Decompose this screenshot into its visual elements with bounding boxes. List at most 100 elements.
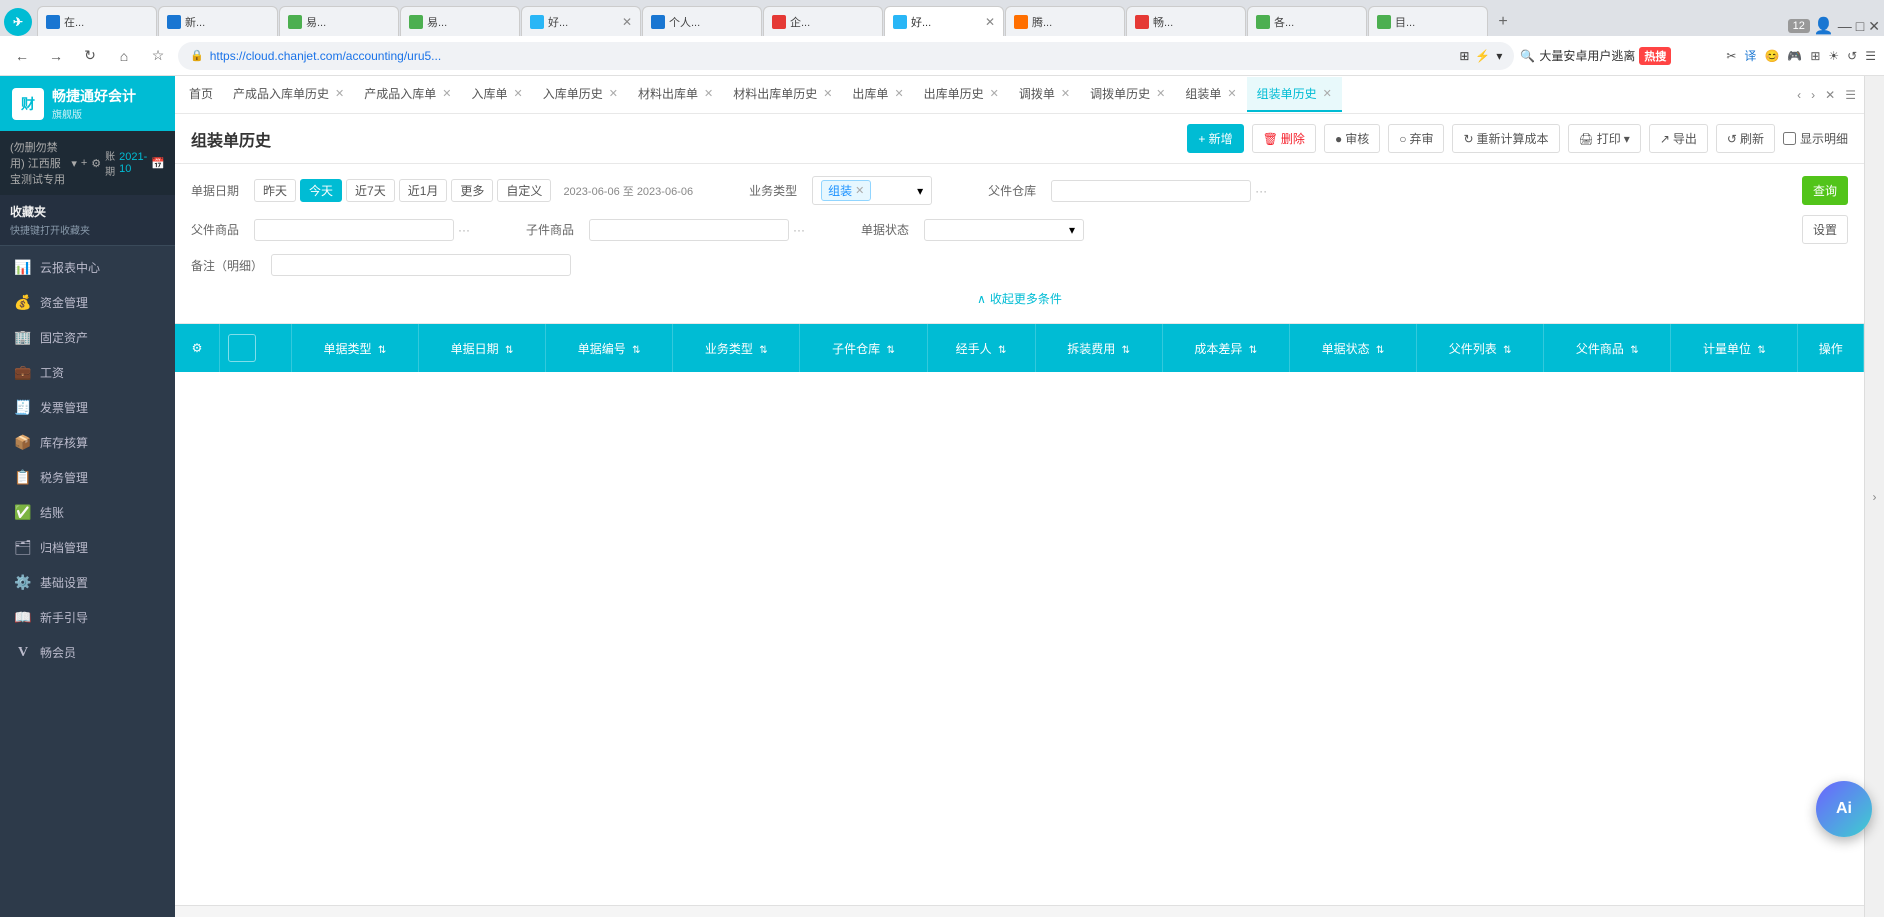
browser-tab-10[interactable]: 畅...: [1126, 6, 1246, 36]
calendar-icon[interactable]: 📅: [151, 157, 165, 170]
parent-goods-more[interactable]: ···: [458, 223, 470, 237]
sidebar-item-guide[interactable]: 📖 新手引导: [0, 600, 175, 635]
page-tab-assembly-history[interactable]: 组装单历史 ✕: [1247, 77, 1342, 112]
right-panel-toggle[interactable]: ›: [1864, 76, 1884, 917]
page-tab-outbound-history[interactable]: 出库单历史 ✕: [914, 77, 1009, 112]
tab-close[interactable]: ✕: [609, 87, 618, 100]
browser-tab-4[interactable]: 易...: [400, 6, 520, 36]
table-header-doc-no[interactable]: 单据编号 ⇅: [546, 324, 673, 372]
table-header-handler[interactable]: 经手人 ⇅: [927, 324, 1035, 372]
delete-button[interactable]: 🗑 删除: [1252, 124, 1316, 153]
abandon-button[interactable]: ○ 弃审: [1388, 124, 1444, 153]
table-settings-icon[interactable]: ⚙: [183, 334, 211, 362]
address-bar[interactable]: 🔒 https://cloud.chanjet.com/accounting/u…: [178, 42, 1514, 70]
biz-type-dropdown[interactable]: 组装 ✕ ▾: [812, 176, 932, 205]
tab-close[interactable]: ✕: [894, 87, 903, 100]
sidebar-item-cloud-reports[interactable]: 📊 云报表中心: [0, 250, 175, 285]
dropdown-arrow-icon[interactable]: ▾: [1496, 49, 1502, 63]
emoji-icon[interactable]: 😊: [1764, 49, 1779, 63]
sun-icon[interactable]: ☀: [1828, 49, 1839, 63]
sidebar-item-fixed-assets[interactable]: 🏢 固定资产: [0, 320, 175, 355]
sidebar-item-invoice[interactable]: 🧾 发票管理: [0, 390, 175, 425]
tab-close[interactable]: ✕: [1061, 87, 1070, 100]
browser-tab-1[interactable]: 在...: [37, 6, 157, 36]
tab-close[interactable]: ✕: [704, 87, 713, 100]
page-tab-assembly[interactable]: 组装单 ✕: [1175, 77, 1246, 112]
browser-tab-11[interactable]: 各...: [1247, 6, 1367, 36]
new-tab-button[interactable]: +: [1489, 8, 1517, 36]
browser-tab-3[interactable]: 易...: [279, 6, 399, 36]
table-header-doc-type[interactable]: 单据类型 ⇅: [291, 324, 418, 372]
browser-tab-12[interactable]: 目...: [1368, 6, 1488, 36]
table-header-settings[interactable]: ⚙: [175, 324, 220, 372]
tab-close[interactable]: ✕: [823, 87, 832, 100]
sidebar-item-archive[interactable]: 🗂 归档管理: [0, 530, 175, 565]
browser-tab-6[interactable]: 个人...: [642, 6, 762, 36]
undo-icon[interactable]: ↺: [1847, 49, 1857, 63]
recalculate-button[interactable]: ↻ 重新计算成本: [1452, 124, 1559, 153]
forward-button[interactable]: →: [42, 42, 70, 70]
sidebar-item-inventory[interactable]: 📦 库存核算: [0, 425, 175, 460]
page-tab-material-outbound[interactable]: 材料出库单 ✕: [628, 77, 723, 112]
table-header-checkbox[interactable]: [220, 324, 292, 372]
settings-company-icon[interactable]: ⚙: [91, 157, 101, 170]
sidebar-item-settings[interactable]: ⚙️ 基础设置: [0, 565, 175, 600]
tab-close[interactable]: ✕: [990, 87, 999, 100]
more-date-btn[interactable]: 更多: [451, 179, 493, 202]
table-header-dismantle-fee[interactable]: 拆装费用 ⇅: [1035, 324, 1162, 372]
game-icon[interactable]: 🎮: [1787, 49, 1802, 63]
tab-close[interactable]: ✕: [1156, 87, 1165, 100]
today-btn[interactable]: 今天: [300, 179, 342, 202]
profile-icon[interactable]: 👤: [1814, 16, 1834, 36]
page-tab-finished-inbound[interactable]: 产成品入库单 ✕: [354, 77, 461, 112]
add-company-icon[interactable]: +: [81, 157, 87, 169]
child-goods-input[interactable]: [589, 219, 789, 241]
tab-close-5[interactable]: ✕: [622, 15, 632, 29]
table-header-parent-list[interactable]: 父件列表 ⇅: [1417, 324, 1544, 372]
menu-icon[interactable]: ☰: [1865, 49, 1876, 63]
sidebar-item-salary[interactable]: 💼 工资: [0, 355, 175, 390]
table-header-unit[interactable]: 计量单位 ⇅: [1671, 324, 1798, 372]
page-tab-transfer[interactable]: 调拨单 ✕: [1009, 77, 1080, 112]
tabs-more[interactable]: ☰: [1841, 84, 1860, 106]
bookmark-button[interactable]: ☆: [144, 42, 172, 70]
page-tab-transfer-history[interactable]: 调拨单历史 ✕: [1080, 77, 1175, 112]
page-tab-inbound[interactable]: 入库单 ✕: [461, 77, 532, 112]
sidebar-item-fund[interactable]: 💰 资金管理: [0, 285, 175, 320]
show-detail-input[interactable]: [1783, 132, 1796, 145]
print-button[interactable]: 🖨 打印 ▾: [1568, 124, 1641, 153]
lightning-icon[interactable]: ⚡: [1475, 49, 1490, 63]
tab-close[interactable]: ✕: [1227, 87, 1236, 100]
tab-close[interactable]: ✕: [335, 87, 344, 100]
table-header-child-warehouse[interactable]: 子件仓库 ⇅: [800, 324, 927, 372]
qr-icon[interactable]: ⊞: [1459, 49, 1469, 63]
sidebar-item-member[interactable]: V 畅会员: [0, 635, 175, 670]
tabs-nav-left[interactable]: ‹: [1793, 84, 1805, 106]
export-button[interactable]: ↗ 导出: [1649, 124, 1708, 153]
parent-warehouse-input[interactable]: [1051, 180, 1251, 202]
sidebar-company[interactable]: (勿删勿禁用) 江西服宝测试专用 ▾ + ⚙ 账期 2021-10 📅: [0, 131, 175, 195]
page-tab-finished-inbound-history[interactable]: 产成品入库单历史 ✕: [223, 77, 354, 112]
select-all-checkbox[interactable]: [228, 334, 256, 362]
ai-assistant-button[interactable]: Ai: [1816, 781, 1872, 837]
close-window-button[interactable]: ✕: [1868, 18, 1880, 35]
page-tab-inbound-history[interactable]: 入库单历史 ✕: [533, 77, 628, 112]
remove-biz-type[interactable]: ✕: [855, 184, 864, 197]
tab-close-8[interactable]: ✕: [985, 15, 995, 29]
tab-close[interactable]: ✕: [1323, 87, 1332, 100]
custom-date-btn[interactable]: 自定义: [497, 179, 551, 202]
table-header-parent-goods[interactable]: 父件商品 ⇅: [1544, 324, 1671, 372]
review-button[interactable]: ● 审核: [1324, 124, 1380, 153]
browser-tab-8[interactable]: 好... ✕: [884, 6, 1004, 36]
table-header-doc-date[interactable]: 单据日期 ⇅: [418, 324, 545, 372]
collapse-button[interactable]: ∧ 收起更多条件: [191, 286, 1848, 311]
doc-status-dropdown[interactable]: ▾: [924, 219, 1084, 241]
parent-goods-input[interactable]: [254, 219, 454, 241]
tabs-close-all[interactable]: ✕: [1821, 84, 1839, 106]
parent-warehouse-more[interactable]: ···: [1255, 184, 1267, 198]
translate-icon[interactable]: 译: [1744, 47, 1756, 64]
page-tab-outbound[interactable]: 出库单 ✕: [842, 77, 913, 112]
new-button[interactable]: + 新增: [1187, 124, 1243, 153]
remark-input[interactable]: [271, 254, 571, 276]
home-button[interactable]: ⌂: [110, 42, 138, 70]
